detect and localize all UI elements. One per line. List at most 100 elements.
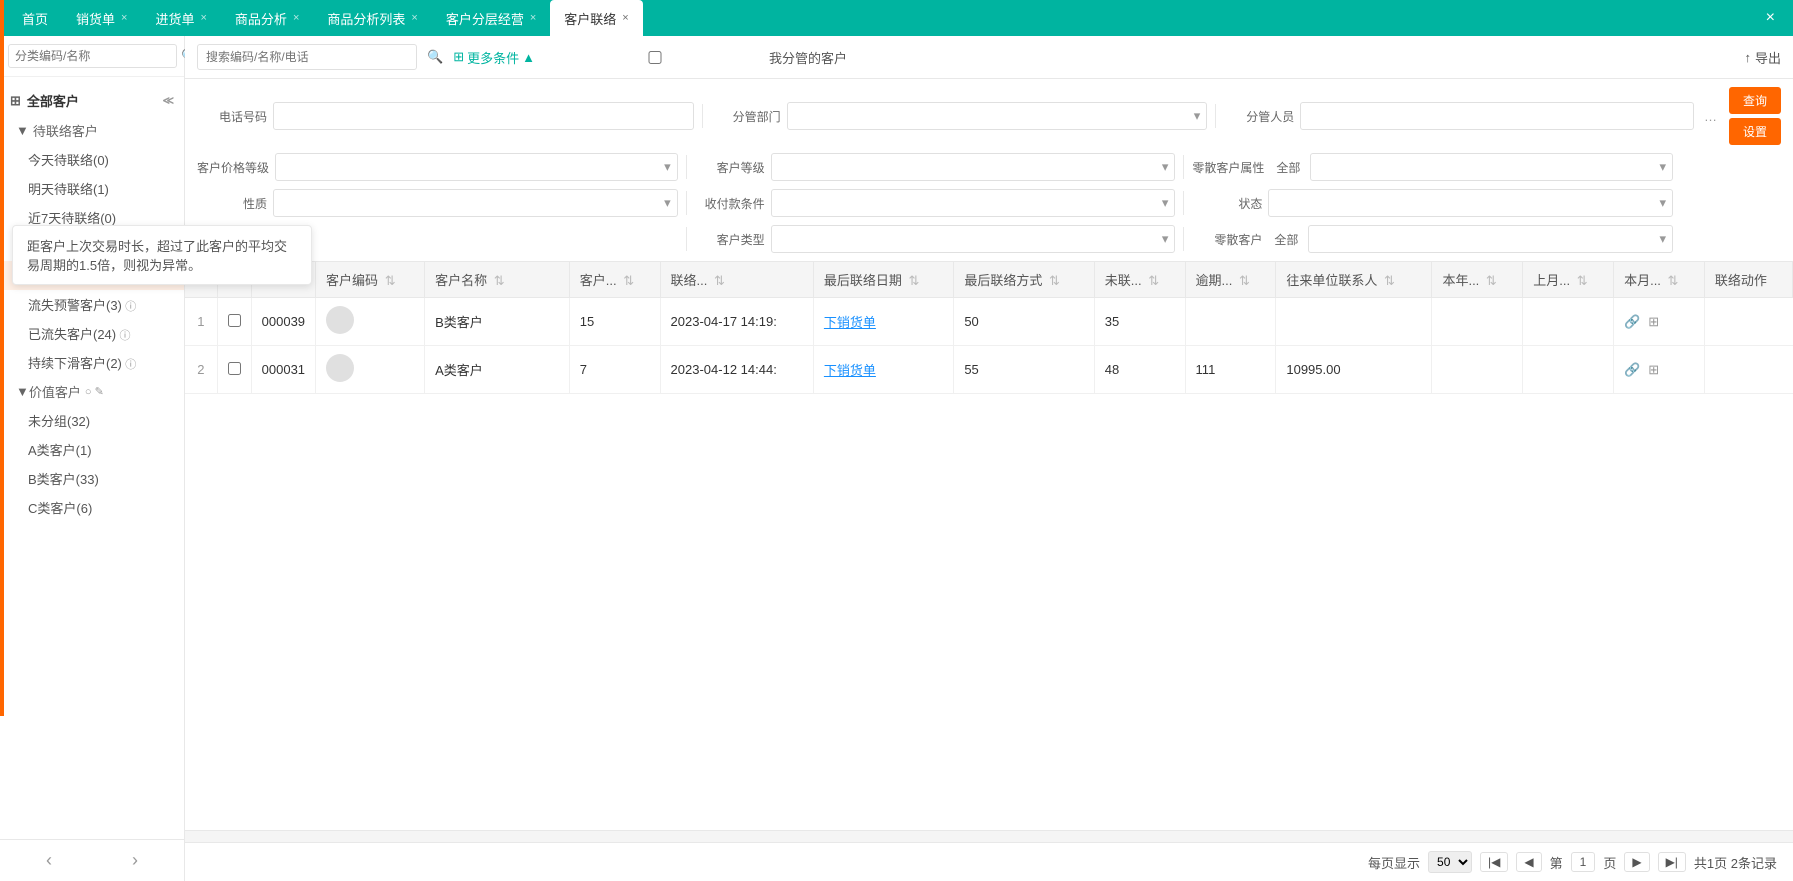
search-button-icon[interactable]: 🔍	[427, 49, 443, 65]
sort-thismonth-icon: ⇅	[1668, 273, 1679, 288]
sidebar-value-group[interactable]: ▼ 价值客户 ○ ✎	[0, 377, 184, 406]
prev-page-button[interactable]: ◀	[1516, 852, 1541, 872]
sidebar-item-tomorrow[interactable]: 明天待联络(1)	[0, 174, 184, 203]
sort-lastdate-icon: ⇅	[909, 273, 920, 288]
row2-name	[316, 346, 425, 394]
first-page-button[interactable]: |◀	[1480, 852, 1508, 872]
export-button[interactable]: ↑ 导出	[1744, 48, 1781, 67]
col-type-header[interactable]: 客户... ⇅	[569, 262, 660, 298]
my-customer-checkbox[interactable]: 我分管的客户	[545, 48, 847, 67]
sidebar-item-c-class[interactable]: C类客户(6)	[0, 493, 184, 522]
col-thismonth-header[interactable]: 本月... ⇅	[1614, 262, 1705, 298]
row1-view-icon[interactable]: 🔗	[1624, 314, 1640, 330]
filter-status: 状态 ▾	[1192, 189, 1673, 217]
nav-purchase-order[interactable]: 进货单 ×	[141, 0, 220, 36]
filter-icon: ⊞	[453, 49, 464, 65]
sidebar-item-declining[interactable]: 持续下滑客户(2) ⓘ	[0, 348, 184, 377]
per-page-select[interactable]: 50	[1428, 851, 1472, 873]
nav-product-analysis[interactable]: 商品分析 ×	[221, 0, 313, 36]
divider2	[1215, 104, 1216, 128]
sidebar-collapse-icon[interactable]: ≪	[162, 94, 174, 107]
sidebar-group-pending-contact[interactable]: ▼ 待联络客户	[0, 116, 184, 145]
col-thisyear-header[interactable]: 本年... ⇅	[1432, 262, 1523, 298]
filter-retail-customer: 零散客户 全部 ▾	[1192, 225, 1673, 253]
more-conditions-button[interactable]: ⊞ 更多条件 ▲	[453, 48, 535, 67]
row2-check[interactable]	[228, 362, 241, 375]
close-product-analysis-list-icon[interactable]: ×	[411, 12, 417, 24]
close-sales-order-icon[interactable]: ×	[121, 12, 127, 24]
nav-customer-contact[interactable]: 客户联络 ×	[550, 0, 642, 36]
close-window-icon[interactable]: ×	[1756, 9, 1785, 27]
col-contact-header[interactable]: 联络... ⇅	[660, 262, 813, 298]
retail-attr-select[interactable]: ▾	[1310, 153, 1673, 181]
close-customer-segmentation-icon[interactable]: ×	[530, 12, 536, 24]
row1-check[interactable]	[228, 314, 241, 327]
horizontal-scrollbar[interactable]	[185, 830, 1793, 842]
sidebar-search-input[interactable]	[8, 44, 177, 68]
filter-row-2: 客户价格等级 ▾ 客户等级 ▾ 零散客户属性	[197, 153, 1781, 181]
row2-thisyear: 10995.00	[1276, 346, 1432, 394]
col-lastmonth-header[interactable]: 上月... ⇅	[1523, 262, 1614, 298]
col-lastdate-header[interactable]: 最后联络日期 ⇅	[813, 262, 953, 298]
manager-dots-icon[interactable]: …	[1700, 109, 1721, 124]
col-overdue-header[interactable]: 逾期... ⇅	[1185, 262, 1276, 298]
row1-checkbox[interactable]	[217, 298, 251, 346]
nature-select[interactable]: ▾	[273, 189, 678, 217]
left-sidebar: 🔍 ⊞ 全部客户 ≪ ▼ 待联络客户 今天待联络(0) 明天待联络(1) 近7天…	[0, 36, 185, 881]
my-customer-check[interactable]	[545, 51, 765, 64]
search-input[interactable]	[197, 44, 417, 70]
retail-customer-select[interactable]: ▾	[1308, 225, 1673, 253]
row2-more-icon[interactable]: ⊞	[1648, 362, 1659, 378]
row2-action-icons: 🔗 ⊞	[1624, 362, 1694, 378]
value-group-edit-icons[interactable]: ○ ✎	[85, 385, 104, 398]
sidebar-bottom: ‹ ›	[0, 839, 184, 881]
sort-type-icon: ⇅	[623, 273, 634, 288]
sidebar-all-customers[interactable]: ⊞ 全部客户 ≪	[0, 85, 184, 116]
close-customer-contact-icon[interactable]: ×	[622, 12, 628, 24]
triangle-down-icon: ▼	[16, 123, 29, 138]
row1-avatar	[326, 306, 354, 334]
phone-input[interactable]	[273, 102, 694, 130]
last-page-button[interactable]: ▶|	[1658, 852, 1686, 872]
sidebar-item-churn-warning[interactable]: 流失预警客户(3) ⓘ	[0, 290, 184, 319]
price-level-select[interactable]: ▾	[275, 153, 678, 181]
next-page-button[interactable]: ▶	[1624, 852, 1649, 872]
nav-sales-order[interactable]: 销货单 ×	[62, 0, 141, 36]
table-header-row: ⚙ 客户编码 ⇅ 客户名称 ⇅	[185, 262, 1793, 298]
col-contactperson-header[interactable]: 往来单位联系人 ⇅	[1276, 262, 1432, 298]
info-icon-churn: ⓘ	[125, 301, 136, 313]
nav-customer-segmentation[interactable]: 客户分层经营 ×	[432, 0, 550, 36]
sidebar-item-a-class[interactable]: A类客户(1)	[0, 435, 184, 464]
sidebar-bottom-left-icon[interactable]: ‹	[8, 846, 90, 875]
payment-select[interactable]: ▾	[771, 189, 1176, 217]
customer-type-select[interactable]: ▾	[771, 225, 1176, 253]
filter-department: 分管部门 ▾	[711, 102, 1208, 130]
row1-more-icon[interactable]: ⊞	[1648, 314, 1659, 330]
sidebar-item-ungrouped[interactable]: 未分组(32)	[0, 406, 184, 435]
settings-button[interactable]: 设置	[1729, 118, 1781, 145]
department-select[interactable]: ▾	[787, 102, 1208, 130]
nav-home[interactable]: 首页	[8, 0, 62, 36]
close-purchase-order-icon[interactable]: ×	[200, 12, 206, 24]
row2-view-icon[interactable]: 🔗	[1624, 362, 1640, 378]
manager-input[interactable]	[1300, 102, 1694, 130]
status-select[interactable]: ▾	[1268, 189, 1673, 217]
row2-checkbox[interactable]	[217, 346, 251, 394]
col-uncontacted-header[interactable]: 未联... ⇅	[1094, 262, 1185, 298]
row2-action: 🔗 ⊞	[1614, 346, 1705, 394]
nav-product-analysis-list[interactable]: 商品分析列表 ×	[313, 0, 431, 36]
row1-lastmethod[interactable]: 下销货单	[813, 298, 953, 346]
customer-level-select[interactable]: ▾	[771, 153, 1176, 181]
sidebar-item-b-class[interactable]: B类客户(33)	[0, 464, 184, 493]
sidebar-bottom-right-icon[interactable]: ›	[94, 846, 176, 875]
per-page-label: 每页显示	[1368, 853, 1420, 872]
col-lastmethod-header[interactable]: 最后联络方式 ⇅	[954, 262, 1094, 298]
col-name-header[interactable]: 客户名称 ⇅	[425, 262, 570, 298]
row2-lastmethod[interactable]: 下销货单	[813, 346, 953, 394]
sidebar-item-churned[interactable]: 已流失客户(24) ⓘ	[0, 319, 184, 348]
close-product-analysis-icon[interactable]: ×	[293, 12, 299, 24]
sidebar-item-today[interactable]: 今天待联络(0)	[0, 145, 184, 174]
divider8	[1183, 227, 1184, 251]
query-button[interactable]: 查询	[1729, 87, 1781, 114]
col-code-header[interactable]: 客户编码 ⇅	[316, 262, 425, 298]
